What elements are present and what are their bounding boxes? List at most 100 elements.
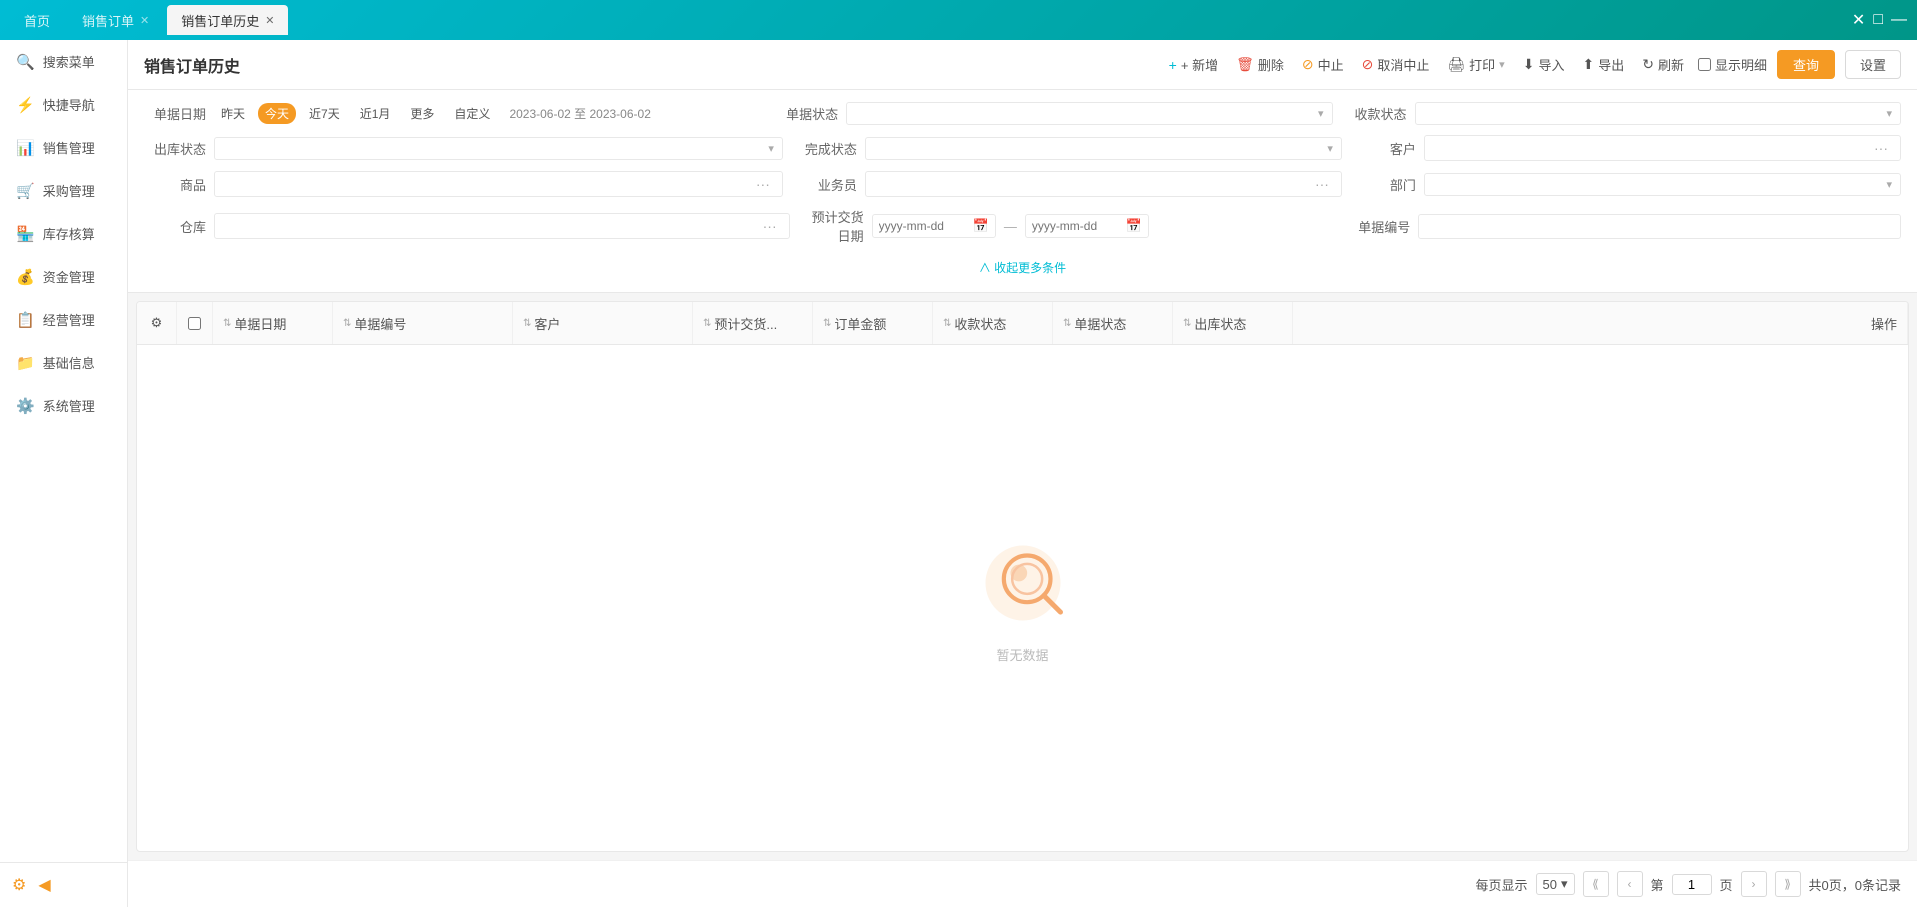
outbound-status-select[interactable]: ▾ bbox=[214, 137, 783, 160]
purchase-icon: 🛒 bbox=[16, 182, 35, 200]
order-status-label: 单据状态 bbox=[776, 104, 846, 123]
th-checkbox[interactable] bbox=[177, 302, 213, 344]
th-customer: ⇅ 客户 bbox=[513, 302, 693, 344]
collapse-button[interactable]: ∧ 收起更多条件 bbox=[144, 255, 1901, 280]
date-btn-more[interactable]: 更多 bbox=[403, 103, 441, 124]
sidebar-settings-icon[interactable]: ⚙ bbox=[12, 875, 26, 895]
empty-icon bbox=[973, 533, 1073, 633]
tab-home[interactable]: 首页 bbox=[10, 5, 64, 35]
delivery-date-end[interactable]: 📅 bbox=[1025, 214, 1149, 238]
add-button[interactable]: + + 新增 bbox=[1165, 53, 1222, 76]
topbar-restore-icon[interactable]: □ bbox=[1873, 11, 1883, 29]
show-detail-checkbox[interactable] bbox=[1698, 58, 1711, 71]
date-filter-control: 昨天 今天 近7天 近1月 更多 自定义 2023-06-02 至 2023-0… bbox=[214, 103, 776, 124]
complete-status-select[interactable]: ▾ bbox=[865, 137, 1342, 160]
customer-dots-icon[interactable]: ··· bbox=[1870, 140, 1892, 156]
sidebar-collapse-icon[interactable]: ◀ bbox=[38, 875, 50, 895]
th-settings[interactable]: ⚙ bbox=[137, 302, 177, 344]
inventory-icon: 🏪 bbox=[16, 225, 35, 243]
print-button[interactable]: 🖨 打印 ▾ bbox=[1443, 53, 1508, 76]
refresh-button[interactable]: ↻ 刷新 bbox=[1638, 53, 1688, 76]
date-btn-1month[interactable]: 近1月 bbox=[353, 103, 398, 124]
delivery-date-end-input[interactable] bbox=[1032, 219, 1122, 233]
sidebar-item-quick-nav[interactable]: ⚡ 快捷导航 bbox=[0, 83, 127, 126]
select-all-checkbox[interactable] bbox=[188, 317, 201, 330]
sort-amount-icon[interactable]: ⇅ bbox=[823, 318, 831, 329]
sidebar-item-system[interactable]: ⚙️ 系统管理 bbox=[0, 384, 127, 427]
date-range-display: 2023-06-02 至 2023-06-02 bbox=[509, 105, 650, 122]
prev-page-btn[interactable]: ‹ bbox=[1617, 871, 1643, 897]
th-order-no: ⇅ 单据编号 bbox=[333, 302, 513, 344]
tab-sales-order-history[interactable]: 销售订单历史 ✕ bbox=[167, 5, 288, 35]
delivery-date-start-input[interactable] bbox=[879, 219, 969, 233]
goods-dots-icon[interactable]: ··· bbox=[752, 176, 774, 192]
close-tab-sales-order[interactable]: ✕ bbox=[140, 14, 149, 27]
warehouse-dots-icon[interactable]: ··· bbox=[759, 218, 781, 234]
first-page-btn[interactable]: ⟪ bbox=[1583, 871, 1609, 897]
cancel-button[interactable]: ⊘ 取消中止 bbox=[1358, 53, 1434, 76]
sort-customer-icon[interactable]: ⇅ bbox=[523, 318, 531, 329]
topbar: 首页 销售订单 ✕ 销售订单历史 ✕ ✕ □ — bbox=[0, 0, 1917, 40]
filter-area: 单据日期 昨天 今天 近7天 近1月 更多 自定义 2023-06-02 至 2… bbox=[128, 90, 1917, 293]
goods-select[interactable]: ··· bbox=[214, 171, 783, 197]
sidebar-item-finance[interactable]: 💰 资金管理 bbox=[0, 255, 127, 298]
sidebar-item-purchase[interactable]: 🛒 采购管理 bbox=[0, 169, 127, 212]
close-tab-sales-order-history[interactable]: ✕ bbox=[265, 14, 274, 27]
calendar-start-icon[interactable]: 📅 bbox=[973, 218, 989, 234]
delete-button[interactable]: 🗑 删除 bbox=[1232, 53, 1288, 76]
filter-row-1: 单据日期 昨天 今天 近7天 近1月 更多 自定义 2023-06-02 至 2… bbox=[144, 102, 1901, 125]
outbound-status-label: 出库状态 bbox=[144, 139, 214, 158]
warehouse-select[interactable]: ··· bbox=[214, 213, 790, 239]
import-button[interactable]: ⬇ 导入 bbox=[1519, 53, 1569, 76]
sort-receipt-icon[interactable]: ⇅ bbox=[943, 318, 951, 329]
sidebar-item-sales[interactable]: 📊 销售管理 bbox=[0, 126, 127, 169]
add-icon: + bbox=[1169, 57, 1177, 73]
date-btn-today[interactable]: 今天 bbox=[258, 103, 296, 124]
tab-sales-order[interactable]: 销售订单 ✕ bbox=[68, 5, 163, 35]
sidebar-bottom: ⚙ ◀ bbox=[0, 862, 127, 907]
department-select[interactable]: ▾ bbox=[1424, 173, 1901, 196]
sort-order-icon[interactable]: ⇅ bbox=[1063, 318, 1071, 329]
receipt-status-select[interactable]: ▾ bbox=[1415, 102, 1901, 125]
sort-delivery-icon[interactable]: ⇅ bbox=[703, 318, 711, 329]
calendar-end-icon[interactable]: 📅 bbox=[1126, 218, 1142, 234]
total-text: 共0页，0条记录 bbox=[1809, 875, 1901, 894]
setting-button[interactable]: 设置 bbox=[1845, 50, 1901, 79]
customer-select[interactable]: ··· bbox=[1424, 135, 1901, 161]
sidebar-item-basic-info[interactable]: 📁 基础信息 bbox=[0, 341, 127, 384]
date-btn-custom[interactable]: 自定义 bbox=[447, 103, 497, 124]
sidebar-item-operations[interactable]: 📋 经营管理 bbox=[0, 298, 127, 341]
operations-icon: 📋 bbox=[16, 311, 35, 329]
last-page-btn[interactable]: ⟫ bbox=[1775, 871, 1801, 897]
query-button[interactable]: 查询 bbox=[1777, 50, 1835, 79]
sidebar-item-search[interactable]: 🔍 搜索菜单 bbox=[0, 40, 127, 83]
salesperson-select[interactable]: ··· bbox=[865, 171, 1342, 197]
toolbar: + + 新增 🗑 删除 ⊘ 中止 ⊘ 取消中止 🖨 打印 bbox=[1165, 50, 1901, 79]
sidebar-item-inventory[interactable]: 🏪 库存核算 bbox=[0, 212, 127, 255]
sort-date-icon[interactable]: ⇅ bbox=[223, 318, 231, 329]
page-input[interactable] bbox=[1672, 874, 1712, 895]
show-detail-checkbox-area[interactable]: 显示明细 bbox=[1698, 55, 1767, 74]
order-no-text-input[interactable] bbox=[1427, 219, 1892, 234]
order-status-select[interactable]: ▾ bbox=[846, 102, 1332, 125]
salesperson-dots-icon[interactable]: ··· bbox=[1311, 176, 1333, 192]
sort-outbound-icon[interactable]: ⇅ bbox=[1183, 318, 1191, 329]
date-btn-yesterday[interactable]: 昨天 bbox=[214, 103, 252, 124]
pagination: 每页显示 50 ▾ ⟪ ‹ 第 页 › ⟫ 共0页，0条记录 bbox=[128, 860, 1917, 907]
date-btn-7days[interactable]: 近7天 bbox=[302, 103, 347, 124]
export-button[interactable]: ⬆ 导出 bbox=[1578, 53, 1628, 76]
topbar-minimize-icon[interactable]: — bbox=[1891, 11, 1907, 29]
delivery-date-label: 预计交货日期 bbox=[802, 207, 872, 245]
search-menu-icon: 🔍 bbox=[16, 53, 35, 71]
table-area: ⚙ ⇅ 单据日期 ⇅ 单据编号 ⇅ 客户 ⇅ bbox=[136, 301, 1909, 852]
print-dropdown-icon[interactable]: ▾ bbox=[1499, 58, 1505, 71]
sort-no-icon[interactable]: ⇅ bbox=[343, 318, 351, 329]
delivery-date-start[interactable]: 📅 bbox=[872, 214, 996, 238]
per-page-select[interactable]: 50 ▾ bbox=[1536, 873, 1575, 895]
topbar-close-icon[interactable]: ✕ bbox=[1852, 10, 1865, 30]
gear-icon[interactable]: ⚙ bbox=[151, 315, 163, 331]
complete-status-label: 完成状态 bbox=[795, 139, 865, 158]
stop-button[interactable]: ⊘ 中止 bbox=[1298, 53, 1348, 76]
order-no-input[interactable] bbox=[1418, 214, 1901, 239]
next-page-btn[interactable]: › bbox=[1741, 871, 1767, 897]
